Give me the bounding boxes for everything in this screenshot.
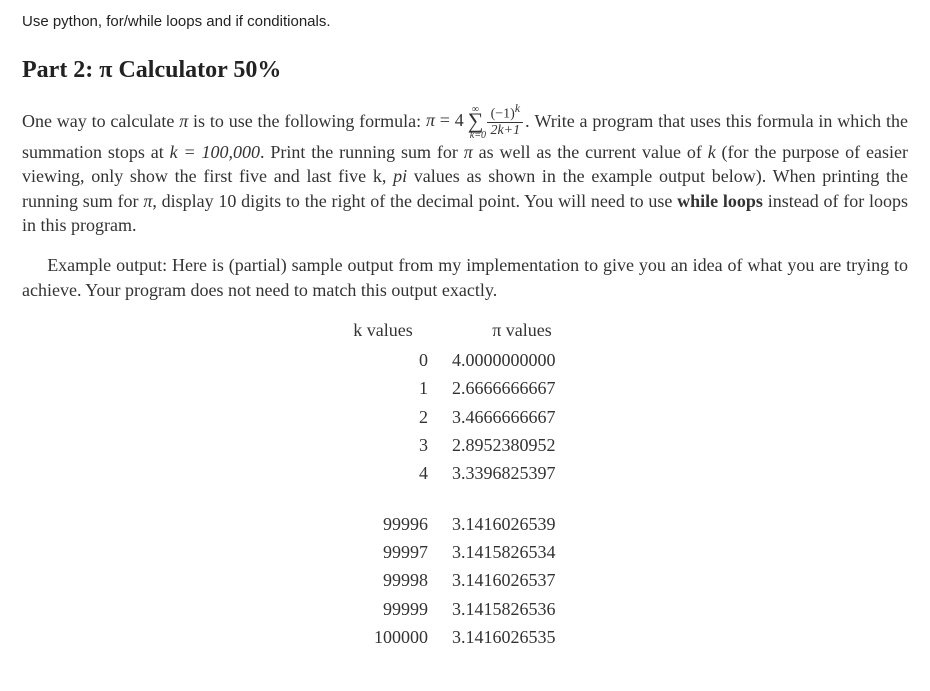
table-row: 999963.1416026539 [326, 510, 604, 538]
sum-upper: ∞ [472, 103, 479, 117]
k-cell: 99999 [326, 595, 440, 623]
summation-symbol: ∞∑k=0 [468, 110, 484, 134]
while-loops-bold: while loops [677, 191, 763, 211]
numerator: (−1) [491, 106, 515, 121]
sum-lower: k=0 [470, 129, 486, 143]
table-row: 999993.1415826536 [326, 595, 604, 623]
v-cell: 3.1416026537 [440, 566, 604, 594]
header-k: k values [326, 316, 440, 346]
table-row: 43.3396825397 [326, 459, 604, 487]
k-cell: 3 [326, 431, 440, 459]
pi-symbol: π [426, 110, 435, 130]
table-header-row: k values π values [326, 316, 604, 346]
v-cell: 2.8952380952 [440, 431, 604, 459]
pi-var: pi [393, 166, 407, 186]
v-cell: 2.6666666667 [440, 374, 604, 402]
k-var: k [708, 142, 716, 162]
gap-row [326, 488, 604, 510]
formula: π = 4∞∑k=0(−1)k2k+1 [426, 110, 525, 130]
text: . Print the running sum for [260, 142, 464, 162]
v-cell: 3.4666666667 [440, 403, 604, 431]
pi-symbol: π [143, 191, 152, 211]
output-table: k values π values 04.0000000000 12.66666… [326, 316, 604, 651]
paragraph-2: Example output: Here is (partial) sample… [22, 253, 908, 302]
text: as well as the current value of [473, 142, 708, 162]
table-row: 999973.1415826534 [326, 538, 604, 566]
k-cell: 4 [326, 459, 440, 487]
k-cell: 99996 [326, 510, 440, 538]
part-heading: Part 2: π Calculator 50% [22, 54, 908, 86]
text: = 4 [435, 110, 464, 130]
k-cell: 100000 [326, 623, 440, 651]
paragraph-1: One way to calculate π is to use the fol… [22, 105, 908, 238]
k-cell: 2 [326, 403, 440, 431]
k-cell: 99998 [326, 566, 440, 594]
k-cell: 1 [326, 374, 440, 402]
v-cell: 3.3396825397 [440, 459, 604, 487]
v-cell: 3.1415826536 [440, 595, 604, 623]
k-cell: 99997 [326, 538, 440, 566]
v-cell: 4.0000000000 [440, 346, 604, 374]
v-cell: 3.1416026535 [440, 623, 604, 651]
fraction: (−1)k 2k+1 [487, 103, 523, 138]
pi-symbol: π [179, 110, 188, 130]
v-cell: 3.1415826534 [440, 538, 604, 566]
text: One way to calculate [22, 110, 179, 130]
pi-symbol: π [464, 142, 473, 162]
denominator: 2k+1 [487, 123, 523, 138]
table-row: 12.6666666667 [326, 374, 604, 402]
numerator-exp: k [515, 102, 520, 115]
table-row: 1000003.1416026535 [326, 623, 604, 651]
v-cell: 3.1416026539 [440, 510, 604, 538]
k-stop: k = 100,000 [170, 142, 260, 162]
text: , display 10 digits to the right of the … [152, 191, 677, 211]
header-pi: π values [440, 316, 604, 346]
table-row: 999983.1416026537 [326, 566, 604, 594]
k-cell: 0 [326, 346, 440, 374]
text: is to use the following formula: [188, 110, 426, 130]
top-instruction: Use python, for/while loops and if condi… [22, 12, 908, 32]
table-row: 32.8952380952 [326, 431, 604, 459]
table-row: 04.0000000000 [326, 346, 604, 374]
table-row: 23.4666666667 [326, 403, 604, 431]
